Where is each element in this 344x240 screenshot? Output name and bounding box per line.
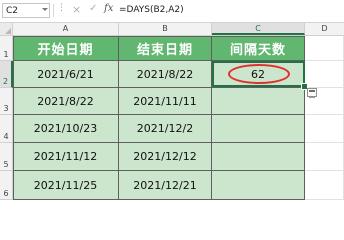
select-all-button[interactable] — [0, 23, 13, 35]
name-box-value: C2 — [6, 6, 19, 16]
row-number: 6 — [3, 189, 9, 198]
empty-cell[interactable] — [305, 36, 344, 61]
row-number: 1 — [3, 50, 9, 59]
header-cell-start-date[interactable]: 开始日期 — [13, 36, 119, 61]
data-cell-interval-days[interactable]: 62 — [212, 61, 305, 88]
data-cell-end-date[interactable]: 2021/12/2 — [119, 115, 212, 143]
empty-cell[interactable] — [305, 171, 344, 200]
formula-input[interactable]: =DAYS(B2,A2) — [119, 3, 339, 18]
column-header-a[interactable]: A — [13, 23, 119, 35]
row-number: 5 — [3, 160, 9, 169]
column-header-b[interactable]: B — [119, 23, 212, 35]
empty-cell[interactable] — [305, 61, 344, 88]
data-cell-start-date[interactable]: 2021/8/22 — [13, 88, 119, 115]
data-cell-end-date[interactable]: 2021/12/12 — [119, 143, 212, 171]
row-header-3[interactable]: 3 — [0, 88, 13, 115]
fx-icon[interactable]: fx — [104, 3, 113, 14]
data-cell-start-date[interactable]: 2021/11/25 — [13, 171, 119, 200]
data-cell-interval-days[interactable] — [212, 115, 305, 143]
data-cell-start-date[interactable]: 2021/10/23 — [13, 115, 119, 143]
quick-analysis-icon[interactable] — [307, 88, 317, 98]
row-header-5[interactable]: 5 — [0, 143, 13, 171]
formula-bar: C2 ⋮ × ✓ fx =DAYS(B2,A2) — [0, 0, 344, 23]
formula-bar-divider — [53, 4, 54, 17]
row-header-2[interactable]: 2 — [0, 61, 13, 88]
name-box-dropdown-icon[interactable] — [42, 8, 48, 11]
empty-cell[interactable] — [305, 143, 344, 171]
data-cell-interval-days[interactable] — [212, 88, 305, 115]
row-header-4[interactable]: 4 — [0, 115, 13, 143]
data-cell-interval-days[interactable] — [212, 143, 305, 171]
header-cell-interval-days[interactable]: 间隔天数 — [212, 36, 305, 61]
row-number: 4 — [3, 132, 9, 141]
cancel-icon[interactable]: × — [72, 3, 81, 16]
data-cell-end-date[interactable]: 2021/8/22 — [119, 61, 212, 88]
header-cell-end-date[interactable]: 结束日期 — [119, 36, 212, 61]
data-cell-interval-days[interactable] — [212, 171, 305, 200]
row-number: 2 — [2, 77, 9, 86]
quick-analysis-glyph — [309, 90, 315, 98]
data-cell-end-date[interactable]: 2021/11/11 — [119, 88, 212, 115]
data-cell-start-date[interactable]: 2021/6/21 — [13, 61, 119, 88]
empty-cell[interactable] — [305, 115, 344, 143]
row-number: 3 — [3, 104, 9, 113]
row-header-1[interactable]: 1 — [0, 36, 13, 61]
formula-bar-grip-icon: ⋮ — [57, 3, 66, 13]
data-cell-end-date[interactable]: 2021/12/21 — [119, 171, 212, 200]
column-header-row: A B C D — [0, 23, 344, 36]
data-cell-start-date[interactable]: 2021/11/12 — [13, 143, 119, 171]
row-header-6[interactable]: 6 — [0, 171, 13, 200]
enter-icon[interactable]: ✓ — [89, 3, 97, 14]
column-header-d[interactable]: D — [305, 23, 344, 35]
column-header-c[interactable]: C — [212, 23, 305, 35]
select-all-icon — [5, 28, 11, 34]
